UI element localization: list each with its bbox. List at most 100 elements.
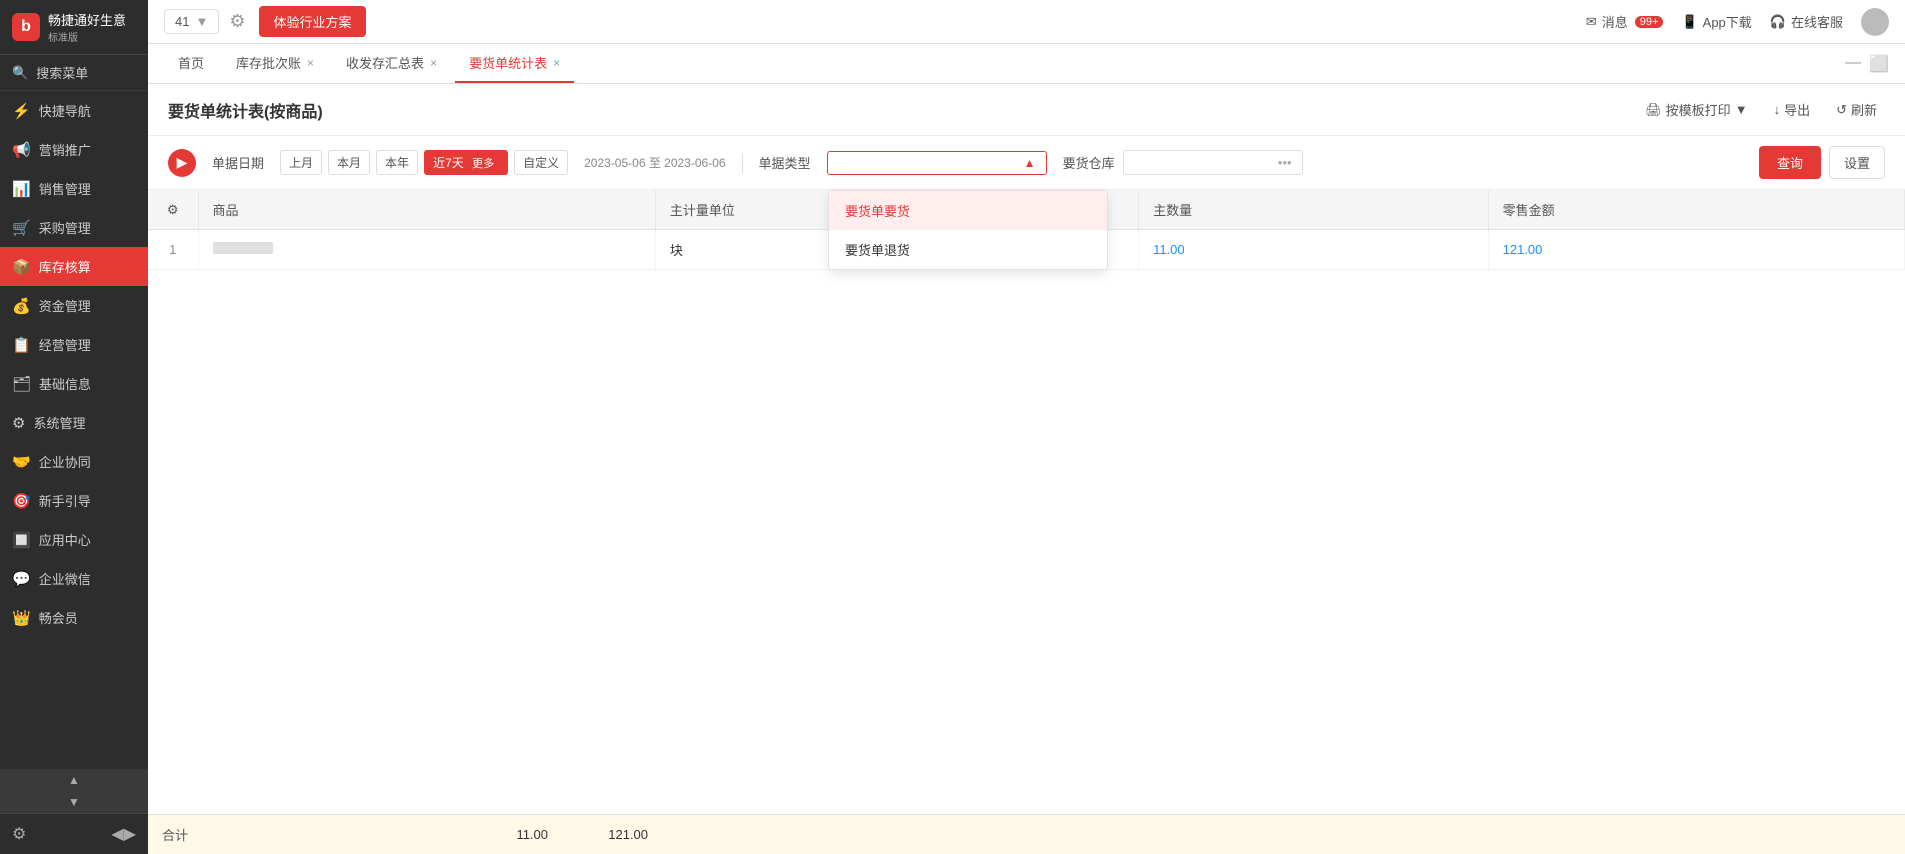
date-range-display: 2023-05-06 至 2023-06-06 (584, 154, 725, 171)
sidebar-search[interactable]: 🔍 搜索菜单 (0, 55, 148, 91)
footer-amount: 121.00 (568, 827, 668, 842)
tab-demand-stats-close[interactable]: × (553, 56, 560, 70)
topbar-right: ✉ 消息 99+ 📱 App下载 🎧 在线客服 (1586, 8, 1889, 36)
th-amount: 零售金额 (1488, 190, 1904, 230)
export-btn[interactable]: ↓ 导出 (1766, 96, 1819, 123)
refresh-label: 刷新 (1851, 100, 1877, 119)
last-month-btn[interactable]: 上月 (280, 150, 322, 175)
sidebar-item-appstore[interactable]: 🔲 应用中心 (0, 520, 148, 559)
tab-inventory-batch-label: 库存批次账 (236, 53, 301, 72)
sidebar-item-label: 销售管理 (39, 179, 91, 198)
type-filter-arrow-icon: ▲ (1024, 156, 1036, 170)
topbar: 41 ▼ ⚙ 体验行业方案 ✉ 消息 99+ 📱 App下载 🎧 在线客服 (148, 0, 1905, 44)
tab-receive-summary-close[interactable]: × (430, 56, 437, 70)
sidebar-item-basic[interactable]: 🗂 基础信息 (0, 364, 148, 403)
warehouse-filter: 要货仓库 ••• (1063, 150, 1303, 175)
online-service-btn[interactable]: 🎧 在线客服 (1770, 12, 1843, 31)
product-placeholder (213, 242, 273, 254)
main-area: 41 ▼ ⚙ 体验行业方案 ✉ 消息 99+ 📱 App下载 🎧 在线客服 (148, 0, 1905, 854)
trial-button[interactable]: 体验行业方案 (259, 6, 365, 37)
sidebar-item-finance[interactable]: 💰 资金管理 (0, 286, 148, 325)
custom-btn[interactable]: 自定义 (514, 150, 568, 175)
sidebar-logo: b 畅捷通好生意 标准版 (0, 0, 148, 55)
filter-expand-btn[interactable]: ▶ (168, 149, 196, 177)
sidebar-item-newguide[interactable]: 🎯 新手引导 (0, 481, 148, 520)
sidebar-item-system[interactable]: ⚙ 系统管理 (0, 403, 148, 442)
this-month-btn[interactable]: 本月 (328, 150, 370, 175)
tabs-actions: — ⬜ (1845, 54, 1889, 74)
sidebar-item-operation[interactable]: 📋 经营管理 (0, 325, 148, 364)
page-actions: 🖨 按模板打印 ▼ ↓ 导出 ↺ 刷新 (1637, 96, 1885, 123)
app-download-btn[interactable]: 📱 App下载 (1681, 12, 1751, 31)
sidebar-item-purchase[interactable]: 🛒 采购管理 (0, 208, 148, 247)
cell-quantity[interactable]: 11.00 (1139, 230, 1489, 270)
recent7-badge: 更多 (467, 158, 499, 170)
sidebar-item-member[interactable]: 👑 畅会员 (0, 598, 148, 637)
set-button[interactable]: 设置 (1829, 146, 1885, 179)
topbar-dropdown[interactable]: 41 ▼ (164, 9, 219, 34)
print-icon: 🖨 (1645, 102, 1662, 118)
logo-sub-text: 标准版 (48, 29, 126, 44)
phone-icon: 📱 (1681, 14, 1697, 30)
topbar-settings-icon[interactable]: ⚙ (229, 11, 245, 32)
type-filter-label: 单据类型 (759, 153, 811, 172)
sidebar-item-wechat[interactable]: 💬 企业微信 (0, 559, 148, 598)
operation-icon: 📋 (12, 336, 31, 354)
sidebar-item-quick-nav[interactable]: ⚡ 快捷导航 (0, 91, 148, 130)
tab-inventory-batch-close[interactable]: × (307, 56, 314, 70)
sidebar-collapse-btn[interactable]: ◀▶ (111, 824, 136, 844)
recent7-label: 近7天 (433, 156, 464, 170)
print-template-btn[interactable]: 🖨 按模板打印 ▼ (1637, 96, 1755, 123)
dropdown-value: 41 (175, 14, 189, 29)
enterprise-icon: 🤝 (12, 453, 31, 471)
cell-amount[interactable]: 121.00 (1488, 230, 1904, 270)
type-dropdown-popup: 要货单要货 要货单退货 (828, 190, 1108, 270)
tab-demand-stats[interactable]: 要货单统计表 × (455, 44, 574, 83)
sidebar-item-label: 系统管理 (33, 413, 85, 432)
sidebar-item-enterprise[interactable]: 🤝 企业协同 (0, 442, 148, 481)
topbar-left: 41 ▼ ⚙ 体验行业方案 (164, 6, 1586, 37)
sidebar-scroll-up[interactable]: ▲ (0, 769, 148, 791)
sidebar-item-label: 营销推广 (39, 140, 91, 159)
sidebar-item-inventory[interactable]: 📦 库存核算 (0, 247, 148, 286)
cell-no: 1 (148, 230, 198, 270)
sidebar-item-marketing[interactable]: 📢 营销推广 (0, 130, 148, 169)
refresh-icon: ↺ (1836, 102, 1847, 118)
logo-icon: b (12, 13, 40, 41)
refresh-btn[interactable]: ↺ 刷新 (1828, 96, 1885, 123)
sidebar-settings-btn[interactable]: ⚙ (12, 824, 26, 844)
th-settings[interactable]: ⚙ (148, 190, 198, 230)
type-filter-input[interactable]: ▲ (827, 151, 1047, 175)
warehouse-dots-icon[interactable]: ••• (1278, 155, 1292, 170)
sidebar-item-sales[interactable]: 📊 销售管理 (0, 169, 148, 208)
online-service-label: 在线客服 (1791, 12, 1843, 31)
app-download-label: App下载 (1703, 12, 1752, 31)
dropdown-item-yh-return[interactable]: 要货单退货 (829, 230, 1107, 269)
search-button[interactable]: 查询 (1759, 146, 1821, 179)
filter-bar: ▶ 单据日期 上月 本月 本年 近7天 更多 自定义 2023-05-06 至 … (148, 136, 1905, 190)
sidebar-item-label: 经营管理 (39, 335, 91, 354)
date-filter-label: 单据日期 (212, 153, 264, 172)
inventory-icon: 📦 (12, 258, 31, 276)
sidebar-item-label: 企业微信 (39, 569, 91, 588)
user-avatar[interactable] (1861, 8, 1889, 36)
tabs-maximize-icon[interactable]: ⬜ (1869, 54, 1889, 74)
tab-home[interactable]: 首页 (164, 44, 218, 83)
sidebar-scroll-down[interactable]: ▼ (0, 791, 148, 813)
marketing-icon: 📢 (12, 141, 31, 159)
messages-btn[interactable]: ✉ 消息 99+ (1586, 12, 1664, 31)
logo-text-block: 畅捷通好生意 标准版 (48, 10, 126, 44)
print-template-label: 按模板打印 (1666, 100, 1731, 119)
sidebar-item-label: 基础信息 (39, 374, 91, 393)
this-year-btn[interactable]: 本年 (376, 150, 418, 175)
messages-badge: 99+ (1635, 16, 1664, 28)
tabs-minimize-icon[interactable]: — (1845, 54, 1861, 74)
export-icon: ↓ (1774, 102, 1781, 117)
recent7-btn[interactable]: 近7天 更多 (424, 150, 508, 175)
logo-main-text: 畅捷通好生意 (48, 10, 126, 29)
warehouse-filter-input[interactable]: ••• (1123, 150, 1303, 175)
tab-inventory-batch[interactable]: 库存批次账 × (222, 44, 328, 83)
dropdown-item-yh-order[interactable]: 要货单要货 (829, 191, 1107, 230)
table-footer: 合计 11.00 121.00 (148, 814, 1905, 854)
tab-receive-summary[interactable]: 收发存汇总表 × (332, 44, 451, 83)
